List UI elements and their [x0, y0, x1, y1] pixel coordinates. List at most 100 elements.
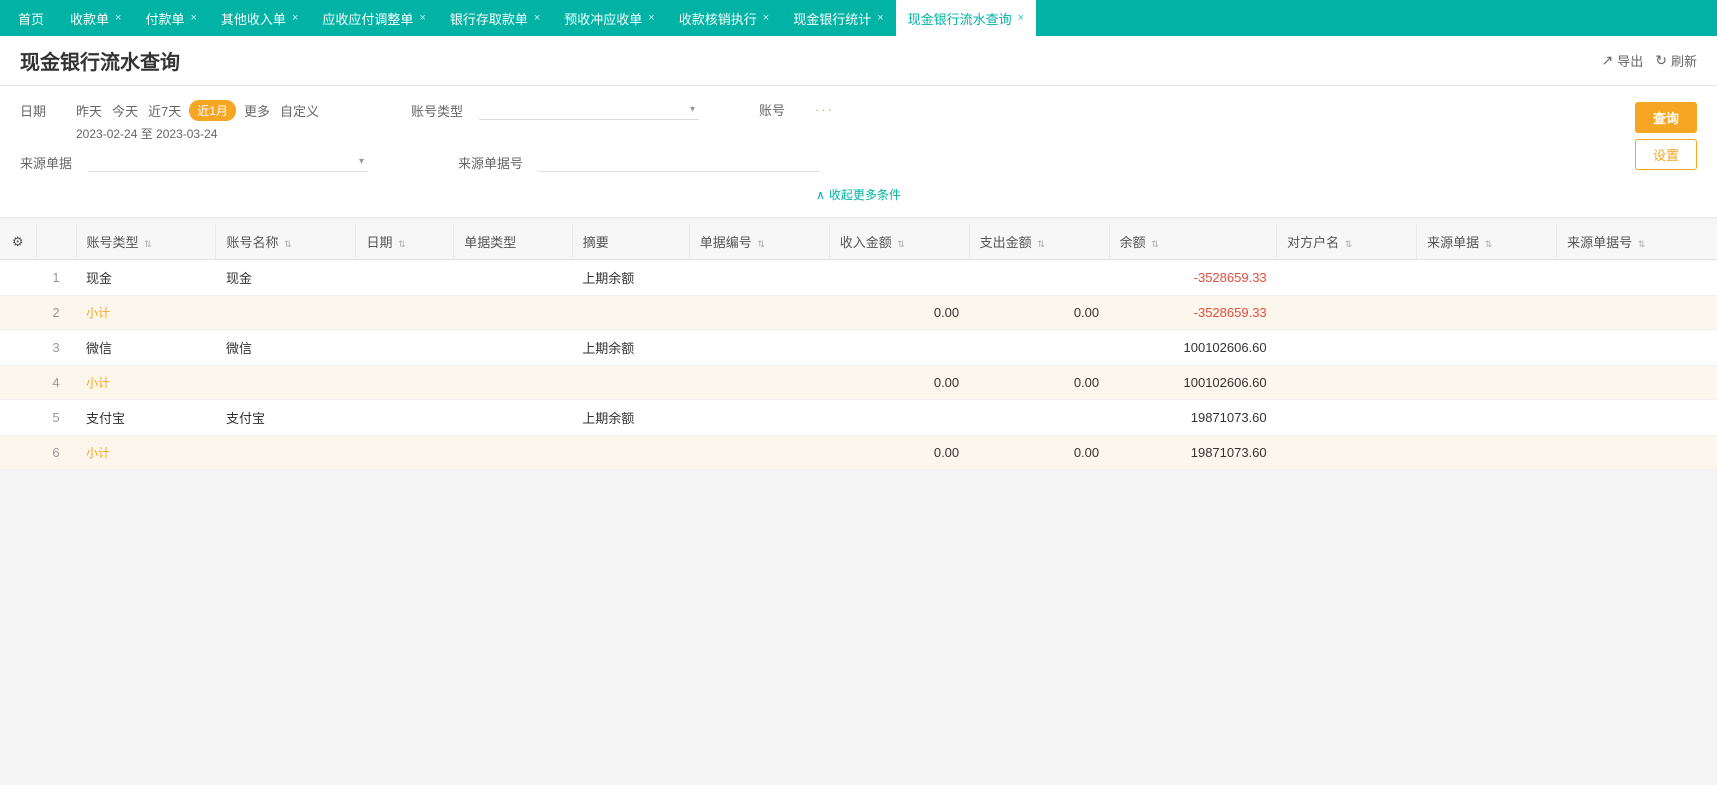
row-counterpart-cell [1277, 366, 1417, 400]
date-column-header[interactable]: 日期 ⇅ [356, 224, 454, 260]
nav-tab-shoukuan[interactable]: 收款单 × [58, 0, 133, 36]
refresh-icon: ↻ [1655, 52, 1667, 69]
account-type-label: 账号类型 [411, 101, 463, 120]
row-source-doc-no-cell [1557, 366, 1717, 400]
more-dots-icon[interactable]: ··· [815, 102, 834, 117]
source-doc-column-header[interactable]: 来源单据 ⇅ [1417, 224, 1557, 260]
counterpart-column-header[interactable]: 对方户名 ⇅ [1277, 224, 1417, 260]
row-date-cell [356, 260, 454, 296]
date-range: 2023-02-24 至 2023-03-24 [76, 127, 217, 141]
nav-tab-verify[interactable]: 收款核销执行 × [667, 0, 781, 36]
filter-area: 日期 昨天 今天 近7天 近1月 更多 自定义 2023-02-24 至 202… [0, 86, 1717, 218]
account-type-column-header[interactable]: 账号类型 ⇅ [76, 224, 216, 260]
row-source-doc-cell [1417, 436, 1557, 470]
account-name-column-header[interactable]: 账号名称 ⇅ [216, 224, 356, 260]
source-doc-input[interactable] [92, 154, 359, 169]
row-gear-cell [0, 400, 36, 436]
row-income-cell [829, 260, 969, 296]
nav-tab-adjustment[interactable]: 应收应付调整单 × [310, 0, 437, 36]
nav-tab-prepayment[interactable]: 预收冲应收单 × [552, 0, 666, 36]
source-doc-no-input[interactable] [543, 154, 815, 169]
row-source-doc-cell [1417, 366, 1557, 400]
close-icon[interactable]: × [1018, 12, 1024, 24]
row-account-type-cell: 支付宝 [76, 400, 216, 436]
close-icon[interactable]: × [877, 12, 883, 24]
row-account-name-cell [216, 366, 356, 400]
nav-tab-stats[interactable]: 现金银行统计 × [781, 0, 895, 36]
row-expense-cell [969, 330, 1109, 366]
row-source-doc-cell [1417, 400, 1557, 436]
expense-column-header[interactable]: 支出金额 ⇅ [969, 224, 1109, 260]
row-account-type-cell: 小计 [76, 366, 216, 400]
source-doc-chevron-icon[interactable]: ▾ [359, 156, 364, 167]
collapse-icon: ∧ [816, 188, 825, 202]
nav-tab-other-income[interactable]: 其他收入单 × [209, 0, 310, 36]
close-icon[interactable]: × [115, 12, 121, 24]
query-button[interactable]: 查询 [1635, 102, 1697, 133]
nav-home[interactable]: 首页 [4, 0, 58, 36]
row-source-doc-no-cell [1557, 260, 1717, 296]
row-doc-type-cell [454, 400, 573, 436]
date-custom[interactable]: 自定义 [278, 101, 321, 120]
row-account-type-cell: 微信 [76, 330, 216, 366]
row-source-doc-cell [1417, 330, 1557, 366]
nav-tab-bank-deposit[interactable]: 银行存取款单 × [438, 0, 552, 36]
row-seq-cell: 2 [36, 296, 76, 330]
row-seq-cell: 4 [36, 366, 76, 400]
row-expense-cell: 0.00 [969, 366, 1109, 400]
date-more[interactable]: 更多 [242, 101, 272, 120]
chevron-down-icon[interactable]: ▾ [690, 104, 695, 115]
sort-icon: ⇅ [144, 239, 152, 249]
row-seq-cell: 6 [36, 436, 76, 470]
source-doc-no-column-header[interactable]: 来源单据号 ⇅ [1557, 224, 1717, 260]
sort-icon: ⇅ [1485, 239, 1493, 249]
row-summary-cell [572, 436, 689, 470]
date-1month[interactable]: 近1月 [189, 100, 236, 121]
row-doc-type-cell [454, 330, 573, 366]
close-icon[interactable]: × [190, 12, 196, 24]
gear-column-header[interactable]: ⚙ [0, 224, 36, 260]
row-seq-cell: 5 [36, 400, 76, 436]
close-icon[interactable]: × [763, 12, 769, 24]
filter-right-buttons: 查询 设置 [1635, 100, 1697, 170]
row-source-doc-no-cell [1557, 330, 1717, 366]
sort-icon: ⇅ [284, 239, 292, 249]
balance-column-header[interactable]: 余额 ⇅ [1109, 224, 1277, 260]
flow-table: ⚙ 账号类型 ⇅ 账号名称 ⇅ 日期 ⇅ 单据类型 摘要 [0, 224, 1717, 470]
row-date-cell [356, 296, 454, 330]
close-icon[interactable]: × [534, 12, 540, 24]
settings-button[interactable]: 设置 [1635, 139, 1697, 170]
income-column-header[interactable]: 收入金额 ⇅ [829, 224, 969, 260]
row-account-name-cell: 现金 [216, 260, 356, 296]
collapse-conditions-bar[interactable]: ∧ 收起更多条件 [20, 182, 1697, 209]
sort-icon: ⇅ [1151, 239, 1159, 249]
date-yesterday[interactable]: 昨天 [74, 101, 104, 120]
row-income-cell: 0.00 [829, 436, 969, 470]
export-icon: ↗ [1602, 52, 1614, 69]
account-label: 账号 [759, 100, 799, 119]
header-actions: ↗ 导出 ↻ 刷新 [1602, 51, 1698, 70]
table-row: 5 支付宝 支付宝 上期余额 19871073.60 [0, 400, 1717, 436]
account-type-input[interactable] [483, 102, 690, 117]
date-today[interactable]: 今天 [110, 101, 140, 120]
close-icon[interactable]: × [292, 12, 298, 24]
row-counterpart-cell [1277, 436, 1417, 470]
row-counterpart-cell [1277, 330, 1417, 366]
row-summary-cell: 上期余额 [572, 400, 689, 436]
close-icon[interactable]: × [419, 12, 425, 24]
export-button[interactable]: ↗ 导出 [1602, 51, 1644, 70]
row-expense-cell [969, 260, 1109, 296]
refresh-button[interactable]: ↻ 刷新 [1655, 51, 1697, 70]
row-doc-no-cell [689, 330, 829, 366]
source-doc-no-label: 来源单据号 [458, 153, 523, 172]
nav-tab-flow-query[interactable]: 现金银行流水查询 × [896, 0, 1036, 36]
date-7days[interactable]: 近7天 [146, 101, 183, 120]
close-icon[interactable]: × [648, 12, 654, 24]
row-expense-cell: 0.00 [969, 296, 1109, 330]
nav-tab-fukuan[interactable]: 付款单 × [133, 0, 208, 36]
row-source-doc-no-cell [1557, 400, 1717, 436]
row-income-cell: 0.00 [829, 296, 969, 330]
account-type-select-wrapper: ▾ [479, 100, 699, 120]
row-balance-cell: -3528659.33 [1109, 296, 1277, 330]
doc-no-column-header[interactable]: 单据编号 ⇅ [689, 224, 829, 260]
